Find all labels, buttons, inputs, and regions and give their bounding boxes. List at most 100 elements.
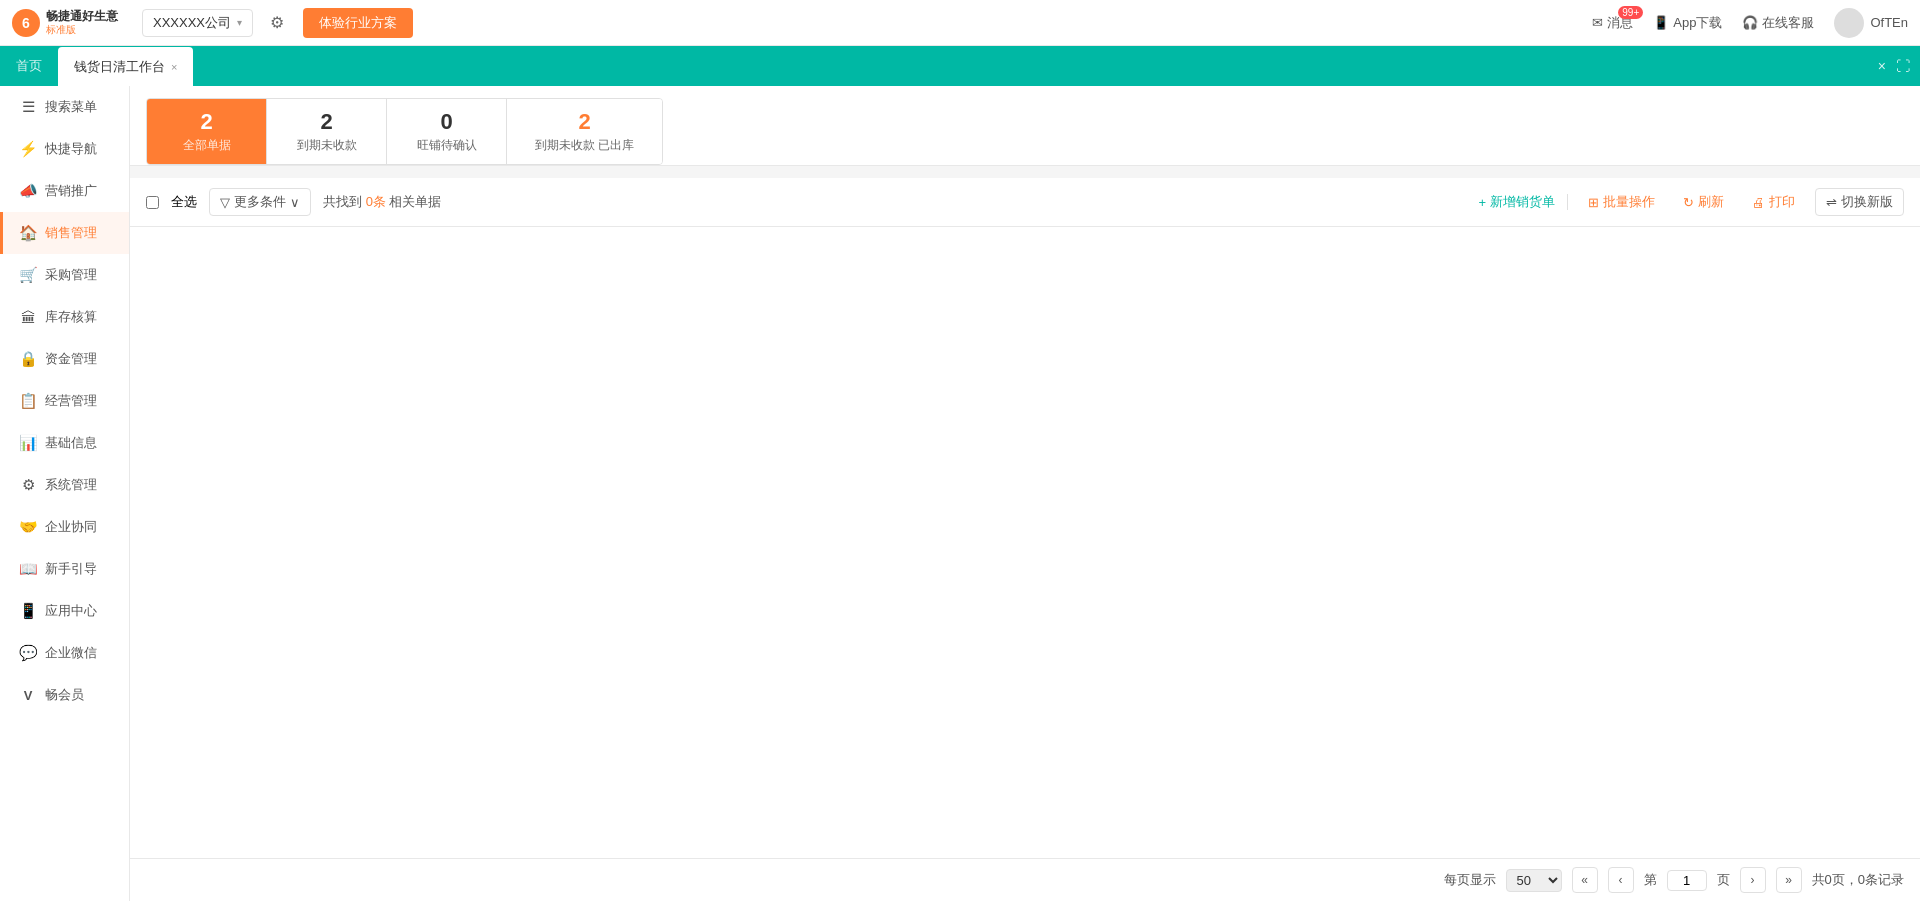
- message-button[interactable]: ✉ 消息 99+: [1592, 14, 1633, 32]
- result-prefix: 共找到: [323, 194, 362, 209]
- print-icon: 🖨: [1752, 195, 1765, 210]
- top-header: 6 畅捷通好生意 标准版 XXXXXX公司 ▾ ⚙ 体验行业方案 ✉ 消息 99…: [0, 0, 1920, 46]
- add-sales-order-button[interactable]: + 新增销货单: [1478, 193, 1555, 211]
- stat-tab-overdue-unpaid[interactable]: 2 到期未收款: [267, 99, 387, 164]
- sidebar-item-vip-member[interactable]: V 畅会员: [0, 674, 129, 716]
- company-selector[interactable]: XXXXXX公司 ▾: [142, 9, 253, 37]
- stat-label-all: 全部单据: [175, 137, 238, 154]
- result-text: 共找到 0条 相关单据: [323, 193, 441, 211]
- sidebar: ☰ 搜索菜单 ⚡ 快捷导航 📣 营销推广 🏠 销售管理 🛒 采购管理 🏛 库存核…: [0, 86, 130, 901]
- sidebar-item-marketing[interactable]: 📣 营销推广: [0, 170, 129, 212]
- page-prev-button[interactable]: ‹: [1608, 867, 1634, 893]
- sidebar-item-label: 采购管理: [45, 266, 97, 284]
- print-button[interactable]: 🖨 打印: [1744, 189, 1803, 215]
- capital-mgmt-icon: 🔒: [19, 350, 37, 368]
- toolbar-right: + 新增销货单 ⊞ 批量操作 ↻ 刷新 🖨 打印 ⇌ 切: [1478, 188, 1904, 216]
- company-name: XXXXXX公司: [153, 14, 231, 32]
- stat-num-all: 2: [175, 109, 238, 135]
- stats-tabs: 2 全部单据 2 到期未收款 0 旺铺待确认 2 到期未收款 已出库: [130, 86, 1920, 166]
- inventory-icon: 🏛: [19, 309, 37, 326]
- filter-button[interactable]: ▽ 更多条件 ∨: [209, 188, 311, 216]
- per-page-label: 每页显示: [1444, 871, 1496, 889]
- batch-icon: ⊞: [1588, 195, 1599, 210]
- sidebar-item-label: 畅会员: [45, 686, 84, 704]
- sidebar-item-enterprise-collab[interactable]: 🤝 企业协同: [0, 506, 129, 548]
- sidebar-item-label: 营销推广: [45, 182, 97, 200]
- batch-operation-button[interactable]: ⊞ 批量操作: [1580, 189, 1663, 215]
- online-service-label: 在线客服: [1762, 14, 1814, 32]
- expand-window-icon[interactable]: ⛶: [1896, 58, 1910, 74]
- pagination-bar: 每页显示 50 100 200 « ‹ 第 页 › » 共0页，0条记录: [130, 858, 1920, 901]
- filter-icon: ▽: [220, 195, 230, 210]
- page-label: 第: [1644, 871, 1657, 889]
- newbie-guide-icon: 📖: [19, 560, 37, 578]
- sidebar-item-purchase-mgmt[interactable]: 🛒 采购管理: [0, 254, 129, 296]
- select-all-label: 全选: [171, 193, 197, 211]
- tab-bar-right: × ⛶: [1878, 58, 1920, 74]
- settings-button[interactable]: ⚙: [261, 7, 293, 39]
- stat-tab-overdue-out[interactable]: 2 到期未收款 已出库: [507, 99, 662, 164]
- headset-icon: 🎧: [1742, 15, 1758, 30]
- enterprise-wechat-icon: 💬: [19, 644, 37, 662]
- stat-label-overdue-unpaid: 到期未收款: [295, 137, 358, 154]
- purchase-mgmt-icon: 🛒: [19, 266, 37, 284]
- page-suffix: 页: [1717, 871, 1730, 889]
- sidebar-item-label: 库存核算: [45, 308, 97, 326]
- toolbar-left: 全选 ▽ 更多条件 ∨ 共找到 0条 相关单据: [146, 188, 1466, 216]
- tab-workbench[interactable]: 钱货日清工作台 ×: [58, 47, 193, 87]
- sidebar-item-enterprise-wechat[interactable]: 💬 企业微信: [0, 632, 129, 674]
- trial-button[interactable]: 体验行业方案: [303, 8, 413, 38]
- app-download-icon: 📱: [1653, 15, 1669, 30]
- close-window-icon[interactable]: ×: [1878, 58, 1886, 74]
- logo-area: 6 畅捷通好生意 标准版: [12, 9, 142, 37]
- sidebar-item-app-center[interactable]: 📱 应用中心: [0, 590, 129, 632]
- sidebar-item-search-menu[interactable]: ☰ 搜索菜单: [0, 86, 129, 128]
- sidebar-item-basic-info[interactable]: 📊 基础信息: [0, 422, 129, 464]
- sidebar-item-capital-mgmt[interactable]: 🔒 资金管理: [0, 338, 129, 380]
- page-last-button[interactable]: »: [1776, 867, 1802, 893]
- refresh-icon: ↻: [1683, 195, 1694, 210]
- refresh-button[interactable]: ↻ 刷新: [1675, 189, 1732, 215]
- sidebar-item-quick-nav[interactable]: ⚡ 快捷导航: [0, 128, 129, 170]
- stat-num-overdue-unpaid: 2: [295, 109, 358, 135]
- stat-label-overdue-out: 到期未收款 已出库: [535, 137, 634, 154]
- stats-tabs-inner: 2 全部单据 2 到期未收款 0 旺铺待确认 2 到期未收款 已出库: [146, 98, 663, 165]
- page-next-button[interactable]: ›: [1740, 867, 1766, 893]
- batch-label: 批量操作: [1603, 193, 1655, 211]
- content-area: 2 全部单据 2 到期未收款 0 旺铺待确认 2 到期未收款 已出库: [130, 86, 1920, 901]
- sidebar-item-sales-mgmt[interactable]: 🏠 销售管理: [0, 212, 129, 254]
- enterprise-collab-icon: 🤝: [19, 518, 37, 536]
- sidebar-item-label: 企业协同: [45, 518, 97, 536]
- table-area: [130, 227, 1920, 858]
- switch-label: 切换新版: [1841, 193, 1893, 211]
- switch-icon: ⇌: [1826, 195, 1837, 210]
- sidebar-item-inventory[interactable]: 🏛 库存核算: [0, 296, 129, 338]
- sidebar-item-ops-mgmt[interactable]: 📋 经营管理: [0, 380, 129, 422]
- sidebar-item-sys-mgmt[interactable]: ⚙ 系统管理: [0, 464, 129, 506]
- page-number-input[interactable]: [1667, 870, 1707, 891]
- sidebar-item-label: 快捷导航: [45, 140, 97, 158]
- close-tab-icon[interactable]: ×: [171, 61, 177, 73]
- avatar-name: OfTEn: [1870, 15, 1908, 30]
- logo-sub-text: 标准版: [46, 24, 118, 36]
- result-count: 0条: [366, 194, 386, 209]
- tab-home[interactable]: 首页: [0, 46, 58, 86]
- sidebar-item-label: 新手引导: [45, 560, 97, 578]
- sidebar-item-label: 应用中心: [45, 602, 97, 620]
- stat-tab-all[interactable]: 2 全部单据: [147, 99, 267, 164]
- online-service-button[interactable]: 🎧 在线客服: [1742, 14, 1814, 32]
- add-icon: +: [1478, 195, 1486, 210]
- toolbar-divider: [1567, 194, 1568, 210]
- page-first-button[interactable]: «: [1572, 867, 1598, 893]
- switch-new-version-button[interactable]: ⇌ 切换新版: [1815, 188, 1904, 216]
- per-page-select[interactable]: 50 100 200: [1506, 869, 1562, 892]
- vip-member-icon: V: [19, 688, 37, 703]
- chevron-down-icon: ▾: [237, 17, 242, 28]
- logo-text: 畅捷通好生意 标准版: [46, 9, 118, 35]
- stat-tab-wangpu-confirm[interactable]: 0 旺铺待确认: [387, 99, 507, 164]
- message-badge: 99+: [1618, 6, 1643, 19]
- sidebar-item-newbie-guide[interactable]: 📖 新手引导: [0, 548, 129, 590]
- app-download-button[interactable]: 📱 App下载: [1653, 14, 1722, 32]
- select-all-checkbox[interactable]: [146, 196, 159, 209]
- avatar-area[interactable]: OfTEn: [1834, 8, 1908, 38]
